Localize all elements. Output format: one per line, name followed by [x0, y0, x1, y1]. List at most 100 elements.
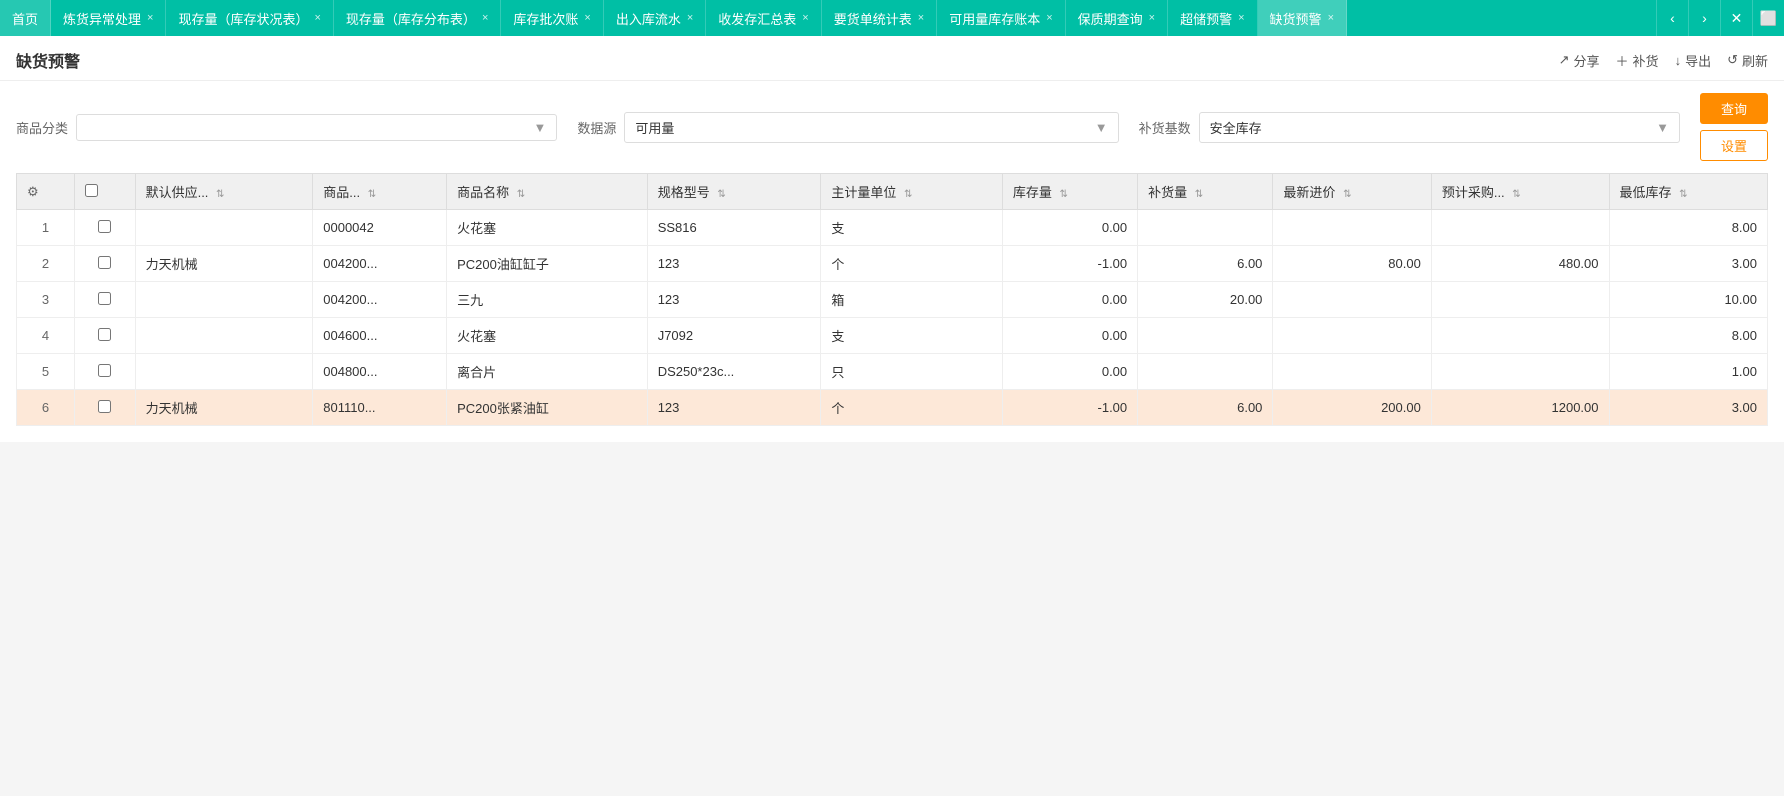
nav-tab-3[interactable]: 现存量（库存分布表） × — [334, 0, 501, 36]
sort-price-icon[interactable]: ⇅ — [1343, 189, 1351, 200]
nav-tab-10[interactable]: 超储预警 × — [1168, 0, 1257, 36]
nav-tab-2[interactable]: 现存量（库存状况表） × — [166, 0, 333, 36]
row-unit-3: 箱 — [821, 282, 1003, 318]
row-price-3 — [1273, 282, 1431, 318]
nav-tab-home[interactable]: 首页 — [0, 0, 51, 36]
close-tab-10-icon[interactable]: × — [1238, 12, 1244, 24]
nav-next-button[interactable]: › — [1688, 0, 1720, 36]
close-tab-2-icon[interactable]: × — [314, 12, 320, 24]
close-tab-4-icon[interactable]: × — [584, 12, 590, 24]
row-check-3[interactable] — [98, 292, 111, 305]
row-estimated-2: 480.00 — [1431, 246, 1609, 282]
table-row: 1 0000042 火花塞 SS816 支 0.00 8.00 — [17, 210, 1768, 246]
datasource-select[interactable]: 可用量 ▼ — [624, 112, 1118, 143]
restock-button[interactable]: ＋ 补货 — [1616, 51, 1659, 70]
col-min-stock: 最低库存 ⇅ — [1609, 174, 1768, 210]
refresh-icon: ↺ — [1727, 52, 1738, 68]
nav-prev-button[interactable]: ‹ — [1656, 0, 1688, 36]
sort-name-icon[interactable]: ⇅ — [517, 189, 525, 200]
share-button[interactable]: ↗ 分享 — [1559, 51, 1600, 70]
close-tab-9-icon[interactable]: × — [1149, 12, 1155, 24]
nav-tab-9[interactable]: 保质期查询 × — [1066, 0, 1168, 36]
nav-maximize-button[interactable]: ⬜ — [1752, 0, 1784, 36]
filter-area: 商品分类 ▼ 数据源 可用量 ▼ 补货基数 安全库存 ▼ 查询 设置 — [0, 81, 1784, 173]
row-code-2: 004200... — [313, 246, 447, 282]
nav-tab-1[interactable]: 炼货异常处理 × — [51, 0, 166, 36]
page-content: 缺货预警 ↗ 分享 ＋ 补货 ↓ 导出 ↺ 刷新 商品分类 — [0, 36, 1784, 442]
close-tab-1-icon[interactable]: × — [147, 12, 153, 24]
page-title: 缺货预警 — [16, 48, 80, 72]
sort-code-icon[interactable]: ⇅ — [368, 189, 376, 200]
col-default-supplier: 默认供应... ⇅ — [135, 174, 313, 210]
close-tab-11-icon[interactable]: × — [1328, 12, 1334, 24]
nav-tab-6[interactable]: 收发存汇总表 × — [706, 0, 821, 36]
row-estimated-4 — [1431, 318, 1609, 354]
row-checkbox-2[interactable] — [75, 246, 135, 282]
row-unit-2: 个 — [821, 246, 1003, 282]
table-header-row: ⚙ 默认供应... ⇅ 商品... ⇅ 商品名称 ⇅ — [17, 174, 1768, 210]
row-restock-3: 20.00 — [1138, 282, 1273, 318]
row-unit-6: 个 — [821, 390, 1003, 426]
row-check-5[interactable] — [98, 364, 111, 377]
row-stock-3: 0.00 — [1002, 282, 1137, 318]
col-checkbox — [75, 174, 135, 210]
sort-spec-icon[interactable]: ⇅ — [717, 189, 725, 200]
filter-group-datasource: 数据源 可用量 ▼ — [577, 112, 1118, 143]
close-tab-5-icon[interactable]: × — [687, 12, 693, 24]
row-checkbox-6[interactable] — [75, 390, 135, 426]
export-button[interactable]: ↓ 导出 — [1675, 51, 1712, 70]
category-select[interactable]: ▼ — [76, 114, 557, 141]
datasource-label: 数据源 — [577, 118, 616, 137]
sort-estimated-icon[interactable]: ⇅ — [1512, 189, 1520, 200]
row-stock-1: 0.00 — [1002, 210, 1137, 246]
refresh-button[interactable]: ↺ 刷新 — [1727, 51, 1768, 70]
close-tab-8-icon[interactable]: × — [1046, 12, 1052, 24]
nav-tab-11[interactable]: 缺货预警 × — [1258, 0, 1347, 36]
sort-unit-icon[interactable]: ⇅ — [904, 189, 912, 200]
nav-tab-5[interactable]: 出入库流水 × — [604, 0, 706, 36]
close-tab-6-icon[interactable]: × — [802, 12, 808, 24]
row-check-6[interactable] — [98, 400, 111, 413]
nav-tab-8[interactable]: 可用量库存账本 × — [937, 0, 1065, 36]
restock-base-select[interactable]: 安全库存 ▼ — [1199, 112, 1680, 143]
sort-restock-icon[interactable]: ⇅ — [1195, 189, 1203, 200]
row-checkbox-1[interactable] — [75, 210, 135, 246]
nav-tab-7[interactable]: 要货单统计表 × — [822, 0, 937, 36]
row-price-1 — [1273, 210, 1431, 246]
col-setting[interactable]: ⚙ — [17, 174, 75, 210]
row-checkbox-4[interactable] — [75, 318, 135, 354]
row-num-1: 1 — [17, 210, 75, 246]
nav-tab-4[interactable]: 库存批次账 × — [501, 0, 603, 36]
settings-gear-icon[interactable]: ⚙ — [27, 184, 39, 199]
row-price-6: 200.00 — [1273, 390, 1431, 426]
nav-close-button[interactable]: ✕ — [1720, 0, 1752, 36]
row-code-5: 004800... — [313, 354, 447, 390]
row-code-4: 004600... — [313, 318, 447, 354]
row-checkbox-3[interactable] — [75, 282, 135, 318]
col-stock: 库存量 ⇅ — [1002, 174, 1137, 210]
row-check-4[interactable] — [98, 328, 111, 341]
datasource-select-value: 可用量 — [635, 118, 674, 137]
row-spec-2: 123 — [647, 246, 821, 282]
row-check-1[interactable] — [98, 220, 111, 233]
row-spec-3: 123 — [647, 282, 821, 318]
row-min-stock-6: 3.00 — [1609, 390, 1768, 426]
share-icon: ↗ — [1559, 52, 1570, 68]
select-all-checkbox[interactable] — [85, 184, 98, 197]
close-tab-7-icon[interactable]: × — [918, 12, 924, 24]
row-restock-6: 6.00 — [1138, 390, 1273, 426]
settings-button[interactable]: 设置 — [1700, 130, 1768, 161]
row-spec-5: DS250*23c... — [647, 354, 821, 390]
sort-supplier-icon[interactable]: ⇅ — [216, 189, 224, 200]
close-tab-3-icon[interactable]: × — [482, 12, 488, 24]
sort-min-stock-icon[interactable]: ⇅ — [1679, 189, 1687, 200]
row-checkbox-5[interactable] — [75, 354, 135, 390]
row-check-2[interactable] — [98, 256, 111, 269]
row-restock-2: 6.00 — [1138, 246, 1273, 282]
query-button[interactable]: 查询 — [1700, 93, 1768, 124]
row-estimated-5 — [1431, 354, 1609, 390]
datasource-dropdown-icon: ▼ — [1095, 120, 1108, 135]
sort-stock-icon[interactable]: ⇅ — [1060, 189, 1068, 200]
row-code-3: 004200... — [313, 282, 447, 318]
filter-group-restock-base: 补货基数 安全库存 ▼ — [1139, 112, 1680, 143]
